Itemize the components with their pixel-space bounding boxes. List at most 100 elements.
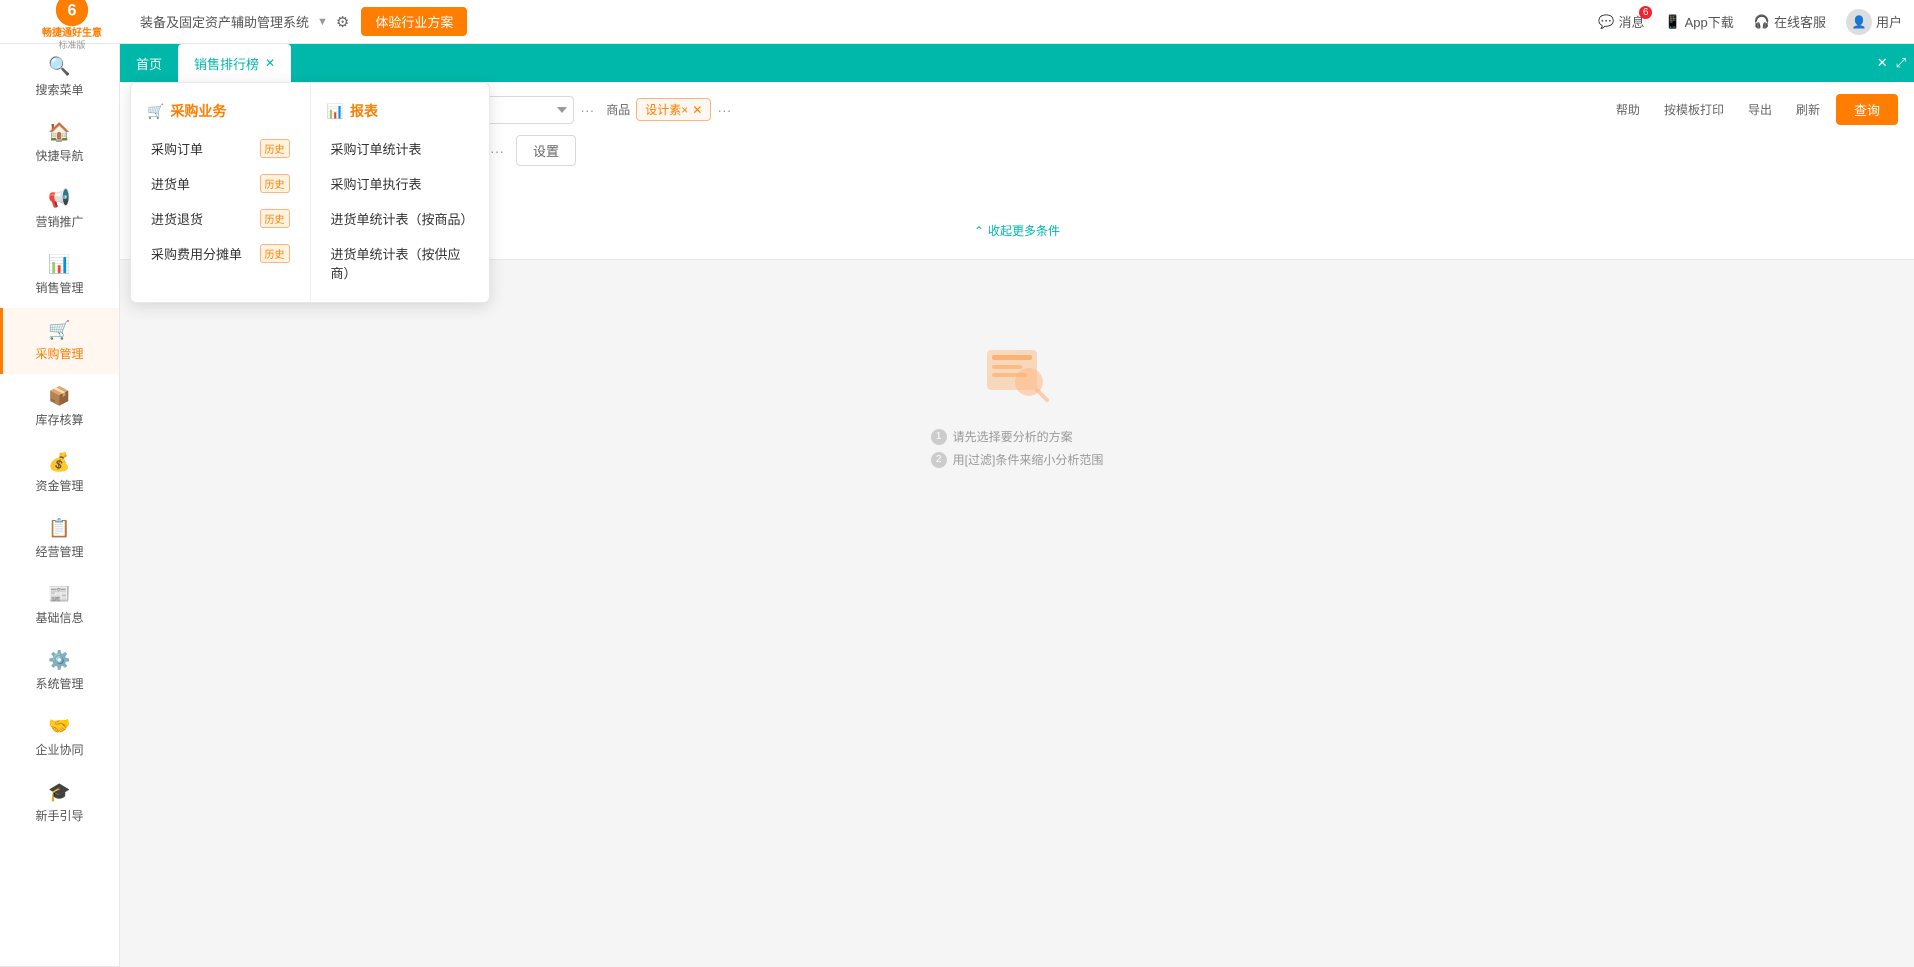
search-icon: 🔍 — [48, 56, 70, 77]
sidebar-label-purchase: 采购管理 — [35, 345, 83, 362]
goods-tag: 设计素× ✕ — [636, 98, 711, 121]
system-title-dropdown-arrow[interactable]: ▼ — [317, 16, 328, 28]
sidebar-item-purchase[interactable]: 🛒 采购管理 — [0, 308, 119, 374]
reports-header-icon: 📊 — [327, 103, 344, 120]
tab-maximize-icon[interactable]: ⤢ — [1896, 55, 1906, 71]
refresh-button[interactable]: 刷新 — [1788, 97, 1828, 122]
tab-bar-right: ✕ ⤢ — [1877, 55, 1914, 71]
dropdown-item-goods-receipt-stats-supplier-label: 进货单统计表（按供应商） — [331, 244, 470, 282]
message-button[interactable]: 💬 消息 6 — [1598, 12, 1644, 31]
sidebar-label-finance: 资金管理 — [35, 477, 83, 494]
dropdown-item-goods-receipt-stats-supplier[interactable]: 进货单统计表（按供应商） — [311, 236, 490, 290]
voucher-status-more[interactable]: ··· — [580, 102, 594, 118]
toolbar-right: 帮助 按模板打印 导出 刷新 查询 — [1608, 94, 1898, 125]
purchase-icon: 🛒 — [48, 320, 70, 341]
home-icon: 🏠 — [48, 122, 70, 143]
collapse-arrow-icon: ⌃ — [974, 224, 984, 238]
finance-icon: 💰 — [48, 452, 70, 473]
print-button[interactable]: 按模板打印 — [1656, 97, 1732, 122]
logo-main-text: 畅捷通好生意 — [42, 28, 102, 40]
sidebar-label-operations: 经营管理 — [35, 543, 83, 560]
sidebar-label-enterprise: 企业协同 — [35, 741, 83, 758]
user-avatar: 👤 — [1846, 9, 1872, 35]
help-button[interactable]: 帮助 — [1608, 97, 1648, 122]
app-icon: 📱 — [1664, 14, 1680, 30]
dropdown-item-purchase-order-stats[interactable]: 采购订单统计表 — [311, 131, 490, 166]
dropdown-item-purchase-order-exec-label: 采购订单执行表 — [331, 174, 422, 193]
sidebar-item-sales[interactable]: 📊 销售管理 — [0, 242, 119, 308]
dropdown-item-goods-receipt-stats-goods[interactable]: 进货单统计表（按商品） — [311, 201, 490, 236]
sidebar-item-guide[interactable]: 🎓 新手引导 — [0, 770, 119, 836]
sidebar-item-inventory[interactable]: 📦 库存核算 — [0, 374, 119, 440]
online-service-button[interactable]: 🎧 在线客服 — [1754, 12, 1826, 31]
logo-icon: 6 — [54, 0, 90, 28]
online-service-label: 在线客服 — [1774, 12, 1826, 31]
dropdown-item-goods-receipt[interactable]: 进货单 历史 — [131, 166, 310, 201]
tab-sales-rank-close[interactable]: ✕ — [265, 56, 275, 70]
user-button[interactable]: 👤 用户 — [1846, 9, 1902, 35]
message-badge: 6 — [1639, 6, 1653, 19]
sidebar-label-guide: 新手引导 — [35, 807, 83, 824]
sidebar-item-system[interactable]: ⚙️ 系统管理 — [0, 638, 119, 704]
sidebar-item-operations[interactable]: 📋 经营管理 — [0, 506, 119, 572]
dropdown-item-goods-return-label: 进货退货 — [151, 209, 203, 228]
dropdown-reports-header: 📊 报表 — [311, 95, 490, 131]
sidebar-item-finance[interactable]: 💰 资金管理 — [0, 440, 119, 506]
history-badge-goods-receipt: 历史 — [260, 174, 290, 193]
tab-sales-rank[interactable]: 销售排行榜 ✕ — [178, 44, 291, 82]
sidebar: 🔍 搜索菜单 🏠 快捷导航 📢 营销推广 📊 销售管理 🛒 采购管理 📦 库存核… — [0, 44, 120, 967]
goods-tag-close[interactable]: ✕ — [692, 103, 702, 117]
export-button[interactable]: 导出 — [1740, 97, 1780, 122]
tab-sales-rank-label: 销售排行榜 — [194, 54, 259, 73]
dropdown-item-purchase-order[interactable]: 采购订单 历史 — [131, 131, 310, 166]
top-header: 6 畅捷通好生意 标准版 装备及固定资产辅助管理系统 ▼ ⚙ 体验行业方案 💬 … — [0, 0, 1914, 44]
user-name-label: 用户 — [1876, 12, 1902, 31]
dropdown-reports-col: 📊 报表 采购订单统计表 采购订单执行表 进货单统计表（按商品） 进货单统计表（… — [311, 83, 490, 302]
tab-home-label: 首页 — [136, 54, 162, 73]
sidebar-item-nav[interactable]: 🏠 快捷导航 — [0, 110, 119, 176]
sidebar-item-enterprise[interactable]: 🤝 企业协同 — [0, 704, 119, 770]
basic-icon: 📰 — [48, 584, 70, 605]
industry-solution-button[interactable]: 体验行业方案 — [361, 7, 467, 36]
dropdown-item-purchase-expense[interactable]: 采购费用分摊单 历史 — [131, 236, 310, 271]
sidebar-item-marketing[interactable]: 📢 营销推广 — [0, 176, 119, 242]
history-badge-purchase-expense: 历史 — [260, 244, 290, 263]
query-button[interactable]: 查询 — [1836, 94, 1898, 125]
dropdown-item-purchase-order-stats-label: 采购订单统计表 — [331, 139, 422, 158]
inventory-icon: 📦 — [48, 386, 70, 407]
sidebar-label-inventory: 库存核算 — [35, 411, 83, 428]
logo-area: 6 畅捷通好生意 标准版 — [12, 0, 132, 51]
purchase-header-icon: 🛒 — [147, 103, 164, 120]
app-download-label: App下载 — [1685, 12, 1734, 31]
sidebar-item-search[interactable]: 🔍 搜索菜单 — [0, 44, 119, 110]
settings-button[interactable]: 设置 — [516, 135, 576, 166]
goods-more[interactable]: ··· — [717, 102, 731, 118]
dropdown-item-purchase-expense-label: 采购费用分摊单 — [151, 244, 242, 263]
dropdown-item-goods-return[interactable]: 进货退货 历史 — [131, 201, 310, 236]
sidebar-label-search: 搜索菜单 — [35, 81, 83, 98]
tab-close-icon[interactable]: ✕ — [1877, 55, 1888, 71]
salesperson-more[interactable]: ··· — [490, 143, 504, 159]
history-badge-goods-return: 历史 — [260, 209, 290, 228]
settings-icon[interactable]: ⚙ — [336, 13, 349, 31]
marketing-icon: 📢 — [48, 188, 70, 209]
tab-bar: 首页 销售排行榜 ✕ ✕ ⤢ — [120, 44, 1914, 82]
dropdown-item-purchase-order-exec[interactable]: 采购订单执行表 — [311, 166, 490, 201]
logo-sub-text: 标准版 — [58, 40, 85, 51]
app-download-button[interactable]: 📱 App下载 — [1664, 12, 1733, 31]
guide-icon: 🎓 — [48, 782, 70, 803]
dropdown-item-purchase-order-label: 采购订单 — [151, 139, 203, 158]
sidebar-label-nav: 快捷导航 — [35, 147, 83, 164]
sidebar-label-system: 系统管理 — [35, 675, 83, 692]
headset-icon: 🎧 — [1754, 14, 1770, 30]
history-badge-purchase-order: 历史 — [260, 139, 290, 158]
empty-state-icon — [967, 320, 1067, 420]
empty-hint-2: 用[过滤]条件来缩小分析范围 — [953, 451, 1104, 468]
sales-icon: 📊 — [48, 254, 70, 275]
sidebar-item-basic[interactable]: 📰 基础信息 — [0, 572, 119, 638]
dropdown-reports-title: 报表 — [350, 101, 378, 121]
operations-icon: 📋 — [48, 518, 70, 539]
message-icon: 💬 — [1598, 14, 1614, 30]
dropdown-item-goods-receipt-label: 进货单 — [151, 174, 190, 193]
sidebar-label-sales: 销售管理 — [35, 279, 83, 296]
